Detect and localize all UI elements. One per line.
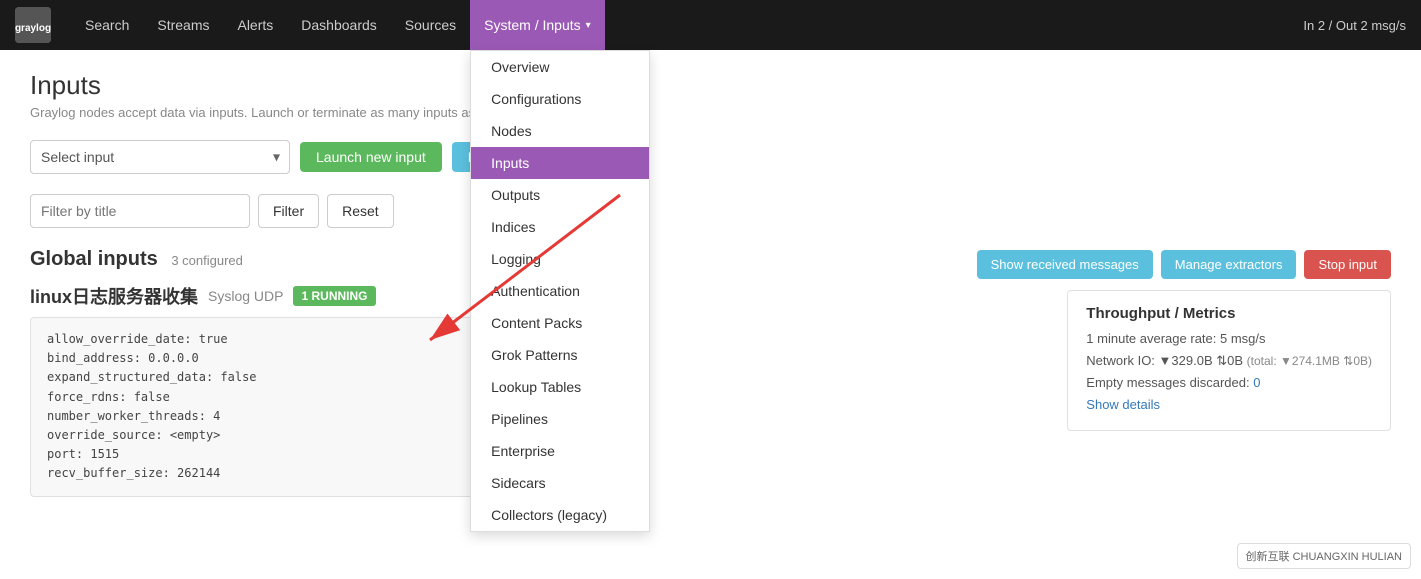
system-caret-icon: ▾ (586, 20, 591, 31)
page-title: Inputs (30, 70, 1391, 101)
stop-input-button[interactable]: Stop input (1304, 250, 1391, 279)
filter-button[interactable]: Filter (258, 194, 319, 228)
dropdown-indices[interactable]: Indices (471, 211, 649, 243)
metrics-title: Throughput / Metrics (1086, 305, 1372, 322)
dropdown-content-packs[interactable]: Content Packs (471, 307, 649, 339)
config-line-7: port: 1515 (47, 445, 533, 464)
select-input[interactable]: Select input (30, 140, 290, 174)
config-line-4: force_rdns: false (47, 388, 533, 407)
nav-dashboards[interactable]: Dashboards (287, 0, 391, 50)
dropdown-enterprise[interactable]: Enterprise (471, 435, 649, 467)
dropdown-authentication[interactable]: Authentication (471, 275, 649, 307)
nav-streams[interactable]: Streams (143, 0, 223, 50)
filter-row: Filter Reset (30, 194, 1391, 228)
system-dropdown-wrapper: System / Inputs ▾ Overview Configuration… (470, 0, 605, 50)
select-input-wrapper: Select input ▾ (30, 140, 290, 174)
running-badge: 1 RUNNING (293, 286, 375, 306)
show-details-link[interactable]: Show details (1086, 397, 1160, 412)
config-line-1: allow_override_date: true (47, 330, 533, 349)
nav-sources[interactable]: Sources (391, 0, 470, 50)
watermark: 创新互联 CHUANGXIN HULIAN (1237, 543, 1411, 569)
config-line-8: recv_buffer_size: 262144 (47, 464, 533, 483)
input-entry-type: Syslog UDP (208, 288, 283, 304)
show-received-messages-button[interactable]: Show received messages (977, 250, 1153, 279)
brand-logo: graylog (15, 7, 51, 43)
launch-new-input-button[interactable]: Launch new input (300, 142, 442, 172)
nav-links: Search Streams Alerts Dashboards Sources… (71, 0, 1303, 50)
page-content: Inputs Graylog nodes accept data via inp… (0, 50, 1421, 579)
reset-button[interactable]: Reset (327, 194, 394, 228)
dropdown-logging[interactable]: Logging (471, 243, 649, 275)
dropdown-configurations[interactable]: Configurations (471, 83, 649, 115)
nav-alerts[interactable]: Alerts (223, 0, 287, 50)
metrics-rate: 1 minute average rate: 5 msg/s (1086, 328, 1372, 350)
dropdown-lookup-tables[interactable]: Lookup Tables (471, 371, 649, 403)
config-line-6: override_source: <empty> (47, 426, 533, 445)
config-line-2: bind_address: 0.0.0.0 (47, 349, 533, 368)
manage-extractors-button[interactable]: Manage extractors (1161, 250, 1297, 279)
config-line-5: number_worker_threads: 4 (47, 407, 533, 426)
dropdown-collectors[interactable]: Collectors (legacy) (471, 499, 649, 531)
navbar: graylog Search Streams Alerts Dashboards… (0, 0, 1421, 50)
metrics-box: Throughput / Metrics 1 minute average ra… (1067, 290, 1391, 431)
input-entry-name: linux日志服务器收集 (30, 283, 198, 309)
action-buttons: Show received messages Manage extractors… (977, 250, 1391, 279)
navbar-stats: In 2 / Out 2 msg/s (1303, 18, 1406, 33)
system-dropdown-menu: Overview Configurations Nodes Inputs Out… (470, 50, 650, 532)
graylog-logo: graylog (15, 7, 51, 43)
dropdown-outputs[interactable]: Outputs (471, 179, 649, 211)
metrics-network-io: Network IO: ▼329.0B ⇅0B (total: ▼274.1MB… (1086, 350, 1372, 372)
input-selection-row: Select input ▾ Launch new input Find m..… (30, 140, 1391, 174)
filter-input[interactable] (30, 194, 250, 228)
config-line-3: expand_structured_data: false (47, 368, 533, 387)
dropdown-grok-patterns[interactable]: Grok Patterns (471, 339, 649, 371)
dropdown-sidecars[interactable]: Sidecars (471, 467, 649, 499)
dropdown-inputs[interactable]: Inputs (471, 147, 649, 179)
nav-system[interactable]: System / Inputs ▾ (470, 0, 605, 50)
svg-text:graylog: graylog (15, 23, 51, 34)
dropdown-pipelines[interactable]: Pipelines (471, 403, 649, 435)
nav-search[interactable]: Search (71, 0, 143, 50)
page-subtitle: Graylog nodes accept data via inputs. La… (30, 105, 1391, 120)
dropdown-overview[interactable]: Overview (471, 51, 649, 83)
configured-badge: 3 configured (171, 253, 243, 268)
metrics-empty-messages: Empty messages discarded: 0 (1086, 372, 1372, 394)
dropdown-nodes[interactable]: Nodes (471, 115, 649, 147)
metrics-text: 1 minute average rate: 5 msg/s Network I… (1086, 328, 1372, 416)
